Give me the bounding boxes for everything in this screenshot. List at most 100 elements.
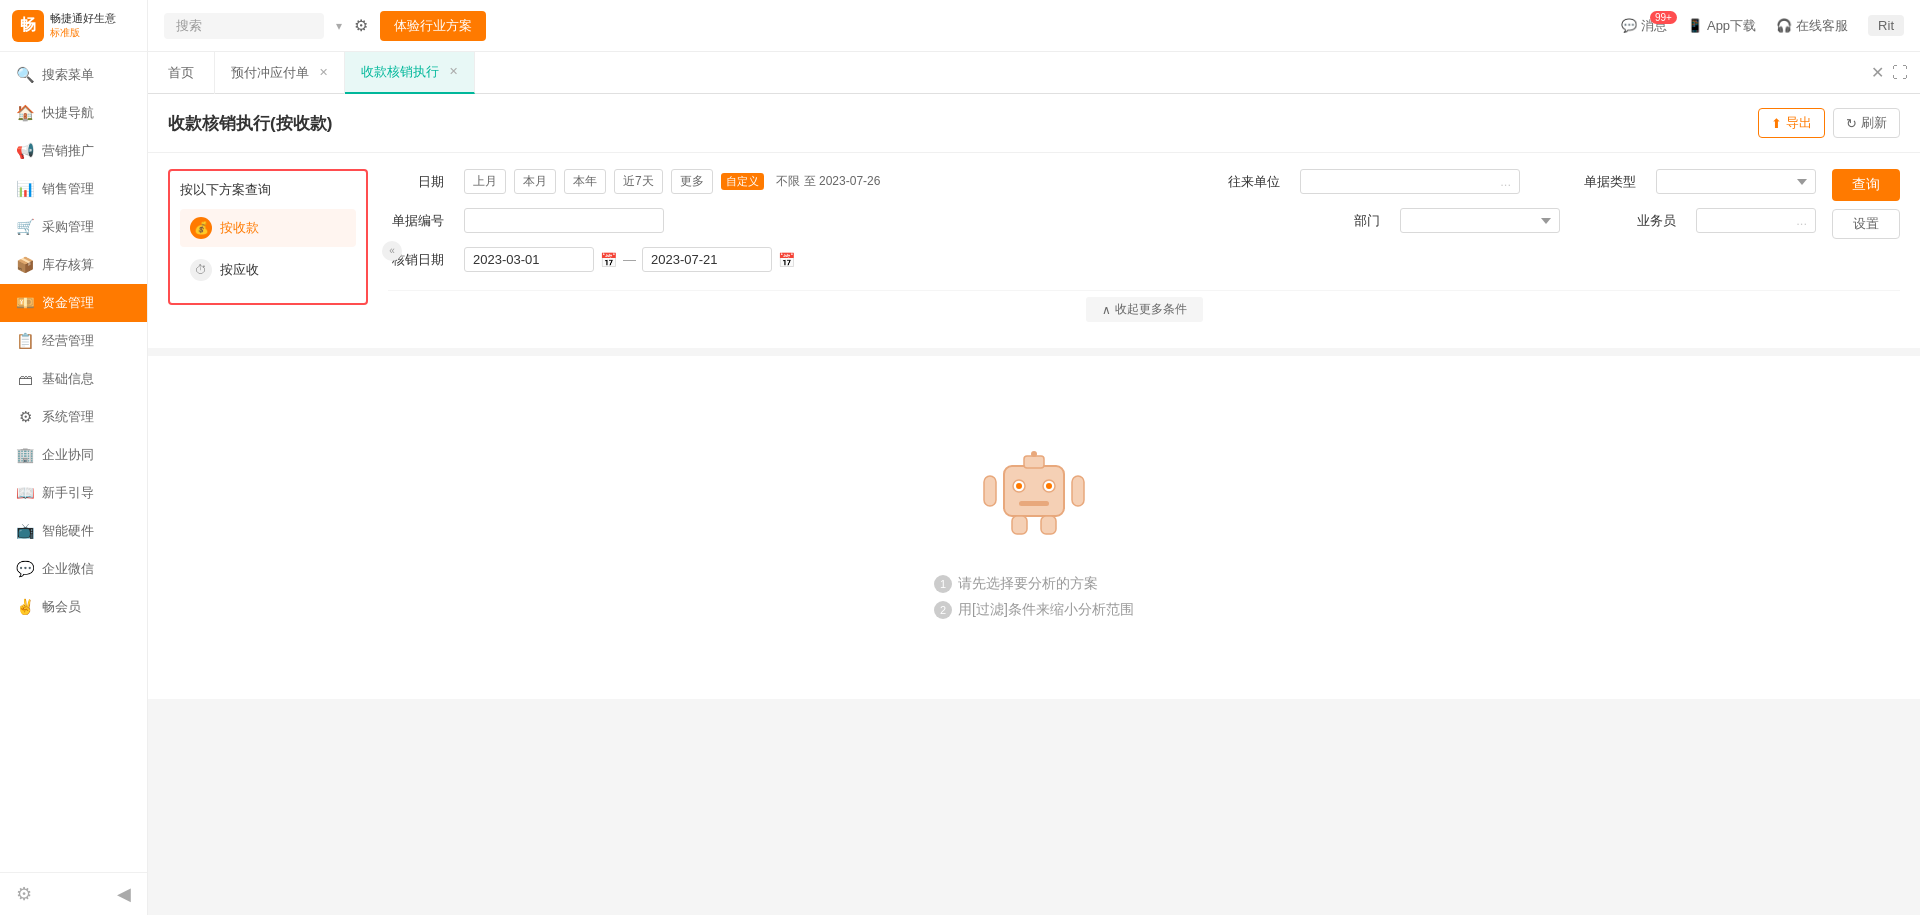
sidebar-item-purchase[interactable]: 🛒 采购管理: [0, 208, 147, 246]
svg-rect-5: [1019, 501, 1049, 506]
setting-button[interactable]: 设置: [1832, 209, 1900, 239]
filter-row-date: 日期 上月 本月 本年 近7天 更多 自定义 不限 至: [388, 169, 1816, 194]
date-btn-more[interactable]: 更多: [671, 169, 713, 194]
sidebar-item-system[interactable]: ⚙ 系统管理: [0, 398, 147, 436]
staff-label: 业务员: [1620, 212, 1676, 230]
tab-prepay[interactable]: 预付冲应付单 ✕: [215, 52, 345, 94]
date-to: 至 2023-07-26: [804, 173, 881, 190]
sidebar: 畅 畅捷通好生意 标准版 🔍 搜索菜单 🏠 快捷导航 📢 营销推广 📊 销售管理…: [0, 0, 148, 915]
topbar: 搜索 ▾ ⚙ 体验行业方案 💬 消息 99+ 📱 App下载 🎧 在线客服 Ri…: [148, 0, 1920, 52]
filter-panel-collapse-btn[interactable]: «: [382, 241, 402, 261]
tabbar: 首页 预付冲应付单 ✕ 收款核销执行 ✕ ✕ ⛶: [148, 52, 1920, 94]
fund-icon: 💴: [16, 294, 34, 312]
svg-point-3: [1016, 483, 1022, 489]
svg-rect-8: [984, 476, 996, 506]
sidebar-item-basic-info[interactable]: 🗃 基础信息: [0, 360, 147, 398]
date-btn-last-month[interactable]: 上月: [464, 169, 506, 194]
tabbar-right: ✕ ⛶: [1871, 63, 1920, 82]
tab-close-all-icon[interactable]: ✕: [1871, 63, 1884, 82]
page-content: 收款核销执行(按收款) ⬆ 导出 ↻ 刷新 按以下方案查询 💰: [148, 94, 1920, 915]
tab-receipt[interactable]: 收款核销执行 ✕: [345, 52, 475, 94]
onboarding-icon: 📖: [16, 484, 34, 502]
filter-option-by-receivable[interactable]: ⏱ 按应收: [180, 251, 356, 289]
svg-point-7: [1031, 451, 1037, 457]
verify-date-end-icon[interactable]: 📅: [778, 252, 795, 268]
sidebar-item-quick-nav[interactable]: 🏠 快捷导航: [0, 94, 147, 132]
export-button[interactable]: ⬆ 导出: [1758, 108, 1825, 138]
verify-date-start-icon[interactable]: 📅: [600, 252, 617, 268]
svg-point-4: [1046, 483, 1052, 489]
collapse-more-button[interactable]: ∧ 收起更多条件: [1086, 297, 1203, 322]
sidebar-collapse-icon[interactable]: ◀: [117, 883, 131, 905]
sidebar-item-marketing[interactable]: 📢 营销推广: [0, 132, 147, 170]
sidebar-nav: 🔍 搜索菜单 🏠 快捷导航 📢 营销推广 📊 销售管理 🛒 采购管理 📦 库存核…: [0, 52, 147, 872]
custom-date-tag: 自定义: [721, 173, 764, 190]
message-badge: 99+: [1650, 11, 1677, 24]
staff-input[interactable]: ...: [1696, 208, 1816, 233]
page-header-actions: ⬆ 导出 ↻ 刷新: [1758, 108, 1900, 152]
export-icon: ⬆: [1771, 116, 1782, 131]
counterpart-input[interactable]: ...: [1300, 169, 1520, 194]
sidebar-item-onboarding[interactable]: 📖 新手引导: [0, 474, 147, 512]
topbar-right: 💬 消息 99+ 📱 App下载 🎧 在线客服 Rit: [1621, 15, 1904, 36]
sidebar-item-vip[interactable]: ✌ 畅会员: [0, 588, 147, 626]
topbar-gear-icon[interactable]: ⚙: [354, 16, 368, 35]
sidebar-item-search-menu[interactable]: 🔍 搜索菜单: [0, 56, 147, 94]
verify-date-end[interactable]: [642, 247, 772, 272]
wechat-icon: 💬: [16, 560, 34, 578]
svg-rect-10: [1012, 516, 1027, 534]
tip-1-num: 1: [934, 575, 952, 593]
empty-robot-icon: [974, 436, 1094, 555]
tab-prepay-close[interactable]: ✕: [319, 66, 328, 79]
svg-rect-0: [1004, 466, 1064, 516]
filter-row-docno: 单据编号 部门 业务员 ...: [388, 208, 1816, 233]
dept-select[interactable]: [1400, 208, 1560, 233]
empty-tip-2: 2 用[过滤]条件来缩小分析范围: [934, 601, 1134, 619]
sidebar-item-wechat[interactable]: 💬 企业微信: [0, 550, 147, 588]
purchase-icon: 🛒: [16, 218, 34, 236]
topbar-service[interactable]: 🎧 在线客服: [1776, 17, 1848, 35]
receivable-option-icon: ⏱: [190, 259, 212, 281]
sidebar-item-smart-hw[interactable]: 📺 智能硬件: [0, 512, 147, 550]
dept-label: 部门: [1324, 212, 1380, 230]
tab-receipt-close[interactable]: ✕: [449, 65, 458, 78]
date-btn-this-year[interactable]: 本年: [564, 169, 606, 194]
topbar-chevron-icon[interactable]: ▾: [336, 19, 342, 33]
collapse-more-row: ∧ 收起更多条件: [388, 290, 1900, 332]
sidebar-item-business[interactable]: 📋 经营管理: [0, 322, 147, 360]
sidebar-item-enterprise[interactable]: 🏢 企业协同: [0, 436, 147, 474]
tab-home[interactable]: 首页: [148, 52, 215, 94]
tab-maximize-icon[interactable]: ⛶: [1892, 64, 1908, 82]
sidebar-settings-icon[interactable]: ⚙: [16, 883, 32, 905]
sidebar-item-sales[interactable]: 📊 销售管理: [0, 170, 147, 208]
filter-right-form: 日期 上月 本月 本年 近7天 更多 自定义 不限 至: [388, 169, 1900, 332]
solution-button[interactable]: 体验行业方案: [380, 11, 486, 41]
topbar-app-download[interactable]: 📱 App下载: [1687, 17, 1756, 35]
topbar-search[interactable]: 搜索: [164, 13, 324, 39]
refresh-button[interactable]: ↻ 刷新: [1833, 108, 1900, 138]
page-header: 收款核销执行(按收款) ⬆ 导出 ↻ 刷新: [148, 94, 1920, 153]
date-btn-7days[interactable]: 近7天: [614, 169, 663, 194]
system-icon: ⚙: [16, 408, 34, 426]
quick-nav-icon: 🏠: [16, 104, 34, 122]
query-button[interactable]: 查询: [1832, 169, 1900, 201]
service-icon: 🎧: [1776, 18, 1792, 33]
filter-area: 按以下方案查询 💰 按收款 ⏱ 按应收 «: [148, 153, 1920, 348]
doc-no-input[interactable]: [464, 208, 664, 233]
inventory-icon: 📦: [16, 256, 34, 274]
topbar-user[interactable]: Rit: [1868, 15, 1904, 36]
receipt-option-icon: 💰: [190, 217, 212, 239]
doc-type-select[interactable]: [1656, 169, 1816, 194]
enterprise-icon: 🏢: [16, 446, 34, 464]
topbar-message[interactable]: 💬 消息 99+: [1621, 17, 1667, 35]
sidebar-item-fund[interactable]: 💴 资金管理: [0, 284, 147, 322]
verify-date-group: 📅 — 📅: [464, 247, 795, 272]
sidebar-logo: 畅 畅捷通好生意 标准版: [0, 0, 147, 52]
sidebar-item-inventory[interactable]: 📦 库存核算: [0, 246, 147, 284]
main-area: 搜索 ▾ ⚙ 体验行业方案 💬 消息 99+ 📱 App下载 🎧 在线客服 Ri…: [148, 0, 1920, 915]
verify-date-start[interactable]: [464, 247, 594, 272]
svg-rect-9: [1072, 476, 1084, 506]
date-btn-this-month[interactable]: 本月: [514, 169, 556, 194]
filter-option-by-receipt[interactable]: 💰 按收款: [180, 209, 356, 247]
empty-tips: 1 请先选择要分析的方案 2 用[过滤]条件来缩小分析范围: [934, 575, 1134, 619]
